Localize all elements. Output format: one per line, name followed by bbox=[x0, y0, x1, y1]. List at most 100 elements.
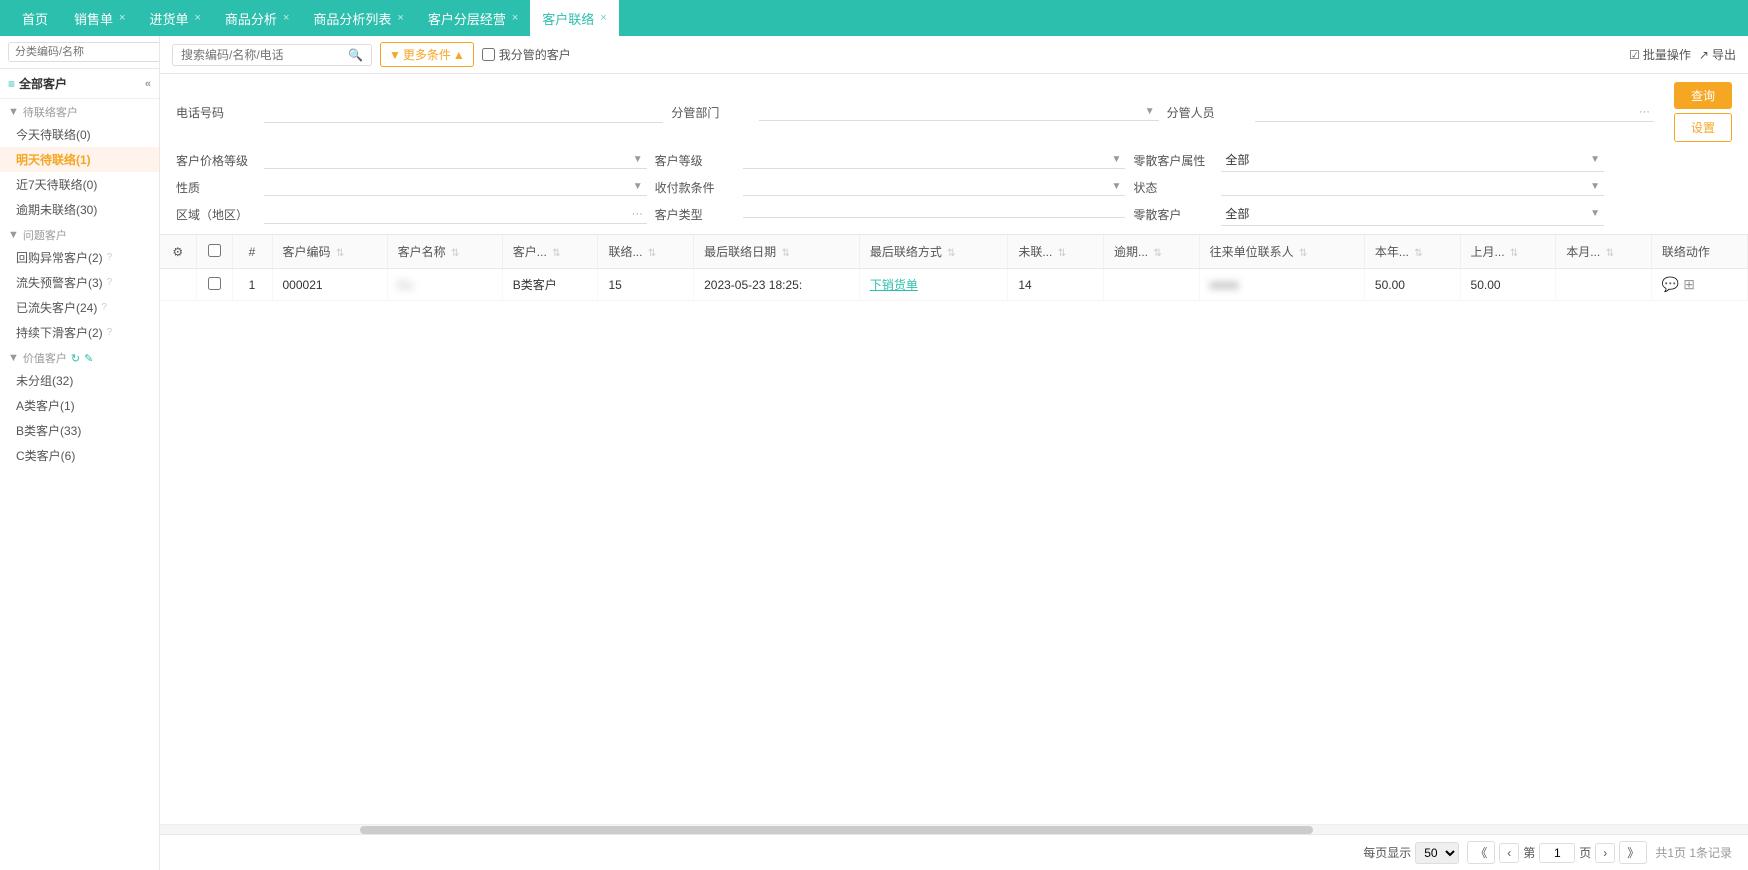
horizontal-scroll[interactable] bbox=[160, 824, 1748, 834]
th-no: # bbox=[232, 235, 272, 269]
th-last-way[interactable]: 最后联络方式 ⇅ bbox=[859, 235, 1008, 269]
sidebar-item-churn-warning[interactable]: 流失预警客户(3) ? bbox=[0, 270, 159, 295]
price-grade-dropdown-icon: ▼ bbox=[633, 154, 643, 165]
row-checkbox[interactable] bbox=[208, 277, 221, 290]
sidebar-item-class-b[interactable]: B类客户(33) bbox=[0, 418, 159, 443]
th-code[interactable]: 客户编码 ⇅ bbox=[272, 235, 387, 269]
close-analysis-tab[interactable]: × bbox=[283, 12, 289, 24]
close-contact-tab[interactable]: × bbox=[600, 12, 606, 24]
th-this-month[interactable]: 本月... ⇅ bbox=[1556, 235, 1652, 269]
th-last-month[interactable]: 上月... ⇅ bbox=[1460, 235, 1556, 269]
export-btn[interactable]: ↗ 导出 bbox=[1699, 46, 1736, 63]
sidebar-item-churned[interactable]: 已流失客户(24) ? bbox=[0, 295, 159, 320]
th-last-date[interactable]: 最后联络日期 ⇅ bbox=[694, 235, 860, 269]
filter-dept: 分管部门 ▼ bbox=[671, 103, 1158, 121]
value-edit-icon[interactable]: ✎ bbox=[84, 352, 93, 365]
close-segment-tab[interactable]: × bbox=[512, 12, 518, 24]
action-grid-icon[interactable]: ⊞ bbox=[1683, 276, 1695, 293]
sort-name-icon: ⇅ bbox=[451, 248, 459, 259]
more-filter-btn[interactable]: ▼ 更多条件 ▲ bbox=[380, 42, 474, 67]
row-last-date: 2023-05-23 18:25: bbox=[694, 269, 860, 301]
th-settings[interactable]: ⚙ bbox=[160, 235, 196, 269]
th-name[interactable]: 客户名称 ⇅ bbox=[387, 235, 502, 269]
th-type[interactable]: 客户... ⇅ bbox=[502, 235, 598, 269]
sidebar-item-class-a[interactable]: A类客户(1) bbox=[0, 393, 159, 418]
row-last-way[interactable]: 下销货单 bbox=[859, 269, 1008, 301]
last-way-link[interactable]: 下销货单 bbox=[870, 278, 918, 292]
sidebar-item-declining[interactable]: 持续下滑客户(2) ? bbox=[0, 320, 159, 345]
close-purchase-tab[interactable]: × bbox=[194, 12, 200, 24]
value-refresh-icon[interactable]: ↻ bbox=[71, 352, 80, 365]
nav-tab-analysis-list[interactable]: 商品分析列表 × bbox=[301, 0, 415, 36]
sidebar-item-today-contact[interactable]: 今天待联络(0) bbox=[0, 122, 159, 147]
nav-tab-customer-contact[interactable]: 客户联络 × bbox=[530, 0, 618, 36]
sidebar-item-tomorrow-contact[interactable]: 明天待联络(1) bbox=[0, 147, 159, 172]
per-page-select[interactable]: 50 bbox=[1415, 842, 1459, 864]
sidebar-search-input[interactable] bbox=[8, 42, 160, 62]
person-more-btn[interactable]: ··· bbox=[1639, 106, 1650, 118]
filter-price-grade-select[interactable]: ▼ bbox=[264, 151, 647, 169]
row-code[interactable]: 000021 bbox=[272, 269, 387, 301]
th-uncontacted[interactable]: 未联... ⇅ bbox=[1008, 235, 1104, 269]
sidebar-item-ungrouped[interactable]: 未分组(32) bbox=[0, 368, 159, 393]
query-btn[interactable]: 查询 bbox=[1674, 82, 1732, 109]
search-icon[interactable]: 🔍 bbox=[348, 48, 363, 62]
th-check[interactable] bbox=[196, 235, 232, 269]
filter-retail-customer-select[interactable]: 全部 ▼ bbox=[1221, 202, 1604, 226]
filter-payment-select[interactable]: ▼ bbox=[743, 178, 1126, 196]
row-name[interactable]: Ea bbox=[387, 269, 502, 301]
sidebar-all-customers[interactable]: ≡ 全部客户 « bbox=[0, 69, 159, 99]
filter-customer-grade-select[interactable]: ▼ bbox=[743, 151, 1126, 169]
select-all-checkbox[interactable] bbox=[208, 244, 221, 257]
filter-region-select[interactable]: ··· bbox=[264, 205, 647, 224]
first-page-btn[interactable]: 《 bbox=[1467, 841, 1495, 864]
close-sales-tab[interactable]: × bbox=[119, 12, 125, 24]
filter-retail-attr-select[interactable]: 全部 ▼ bbox=[1221, 148, 1604, 172]
unit-contacts-blurred: ■■■■ bbox=[1210, 278, 1239, 292]
filter-nature-select[interactable]: ▼ bbox=[264, 178, 647, 196]
th-unit-contacts[interactable]: 往来单位联系人 ⇅ bbox=[1199, 235, 1364, 269]
next-page-btn[interactable]: › bbox=[1595, 843, 1615, 863]
sidebar-section-value[interactable]: ▼ 价值客户 ↻ ✎ bbox=[0, 345, 159, 368]
th-overdue[interactable]: 逾期... ⇅ bbox=[1104, 235, 1200, 269]
my-customers-check[interactable]: 我分管的客户 bbox=[482, 46, 571, 63]
sidebar-collapse-icon[interactable]: « bbox=[145, 78, 151, 90]
filter-person-select[interactable]: ··· bbox=[1255, 103, 1654, 122]
sidebar-item-overdue-contact[interactable]: 逾期未联络(30) bbox=[0, 197, 159, 222]
nav-tab-analysis[interactable]: 商品分析 × bbox=[213, 0, 301, 36]
filter-payment: 收付款条件 ▼ bbox=[655, 178, 1126, 196]
filter-row-3: 性质 ▼ 收付款条件 ▼ 状态 bbox=[176, 178, 1732, 196]
last-page-btn[interactable]: 》 bbox=[1619, 841, 1647, 864]
search-input[interactable] bbox=[181, 48, 348, 62]
nav-home[interactable]: 首页 bbox=[8, 0, 62, 36]
batch-op-btn[interactable]: ☑ 批量操作 bbox=[1629, 46, 1691, 63]
filter-status-select[interactable]: ▼ bbox=[1221, 178, 1604, 196]
row-no: 1 bbox=[232, 269, 272, 301]
my-customers-checkbox[interactable] bbox=[482, 48, 495, 61]
filter-price-grade-label: 客户价格等级 bbox=[176, 152, 256, 169]
filter-dept-select[interactable]: ▼ bbox=[759, 103, 1158, 121]
filter-arrow-up: ▲ bbox=[453, 48, 465, 62]
action-chat-icon[interactable]: 💬 bbox=[1662, 276, 1679, 293]
row-settings bbox=[160, 269, 196, 301]
sidebar-section-problem[interactable]: ▼ 问题客户 bbox=[0, 222, 159, 245]
sidebar-item-repurchase-abnormal[interactable]: 回购异常客户(2) ? bbox=[0, 245, 159, 270]
prev-page-btn[interactable]: ‹ bbox=[1499, 843, 1519, 863]
filter-customer-type-select[interactable] bbox=[743, 211, 1126, 218]
filter-customer-type-label: 客户类型 bbox=[655, 206, 735, 223]
sidebar-item-week-contact[interactable]: 近7天待联络(0) bbox=[0, 172, 159, 197]
reset-btn[interactable]: 设置 bbox=[1674, 113, 1732, 142]
filter-phone-input[interactable] bbox=[264, 102, 663, 123]
page-input[interactable] bbox=[1539, 843, 1575, 863]
sidebar-item-class-c[interactable]: C类客户(6) bbox=[0, 443, 159, 468]
nav-tab-sales[interactable]: 销售单 × bbox=[62, 0, 137, 36]
sidebar-section-pending[interactable]: ▼ 待联络客户 bbox=[0, 99, 159, 122]
close-analysis-list-tab[interactable]: × bbox=[397, 12, 403, 24]
th-this-year[interactable]: 本年... ⇅ bbox=[1364, 235, 1460, 269]
row-check[interactable] bbox=[196, 269, 232, 301]
nav-tab-purchase[interactable]: 进货单 × bbox=[137, 0, 212, 36]
th-contacts[interactable]: 联络... ⇅ bbox=[598, 235, 694, 269]
nav-tab-customer-segment[interactable]: 客户分层经营 × bbox=[416, 0, 530, 36]
filter-phone: 电话号码 bbox=[176, 102, 663, 123]
region-more-btn[interactable]: ··· bbox=[632, 208, 643, 220]
